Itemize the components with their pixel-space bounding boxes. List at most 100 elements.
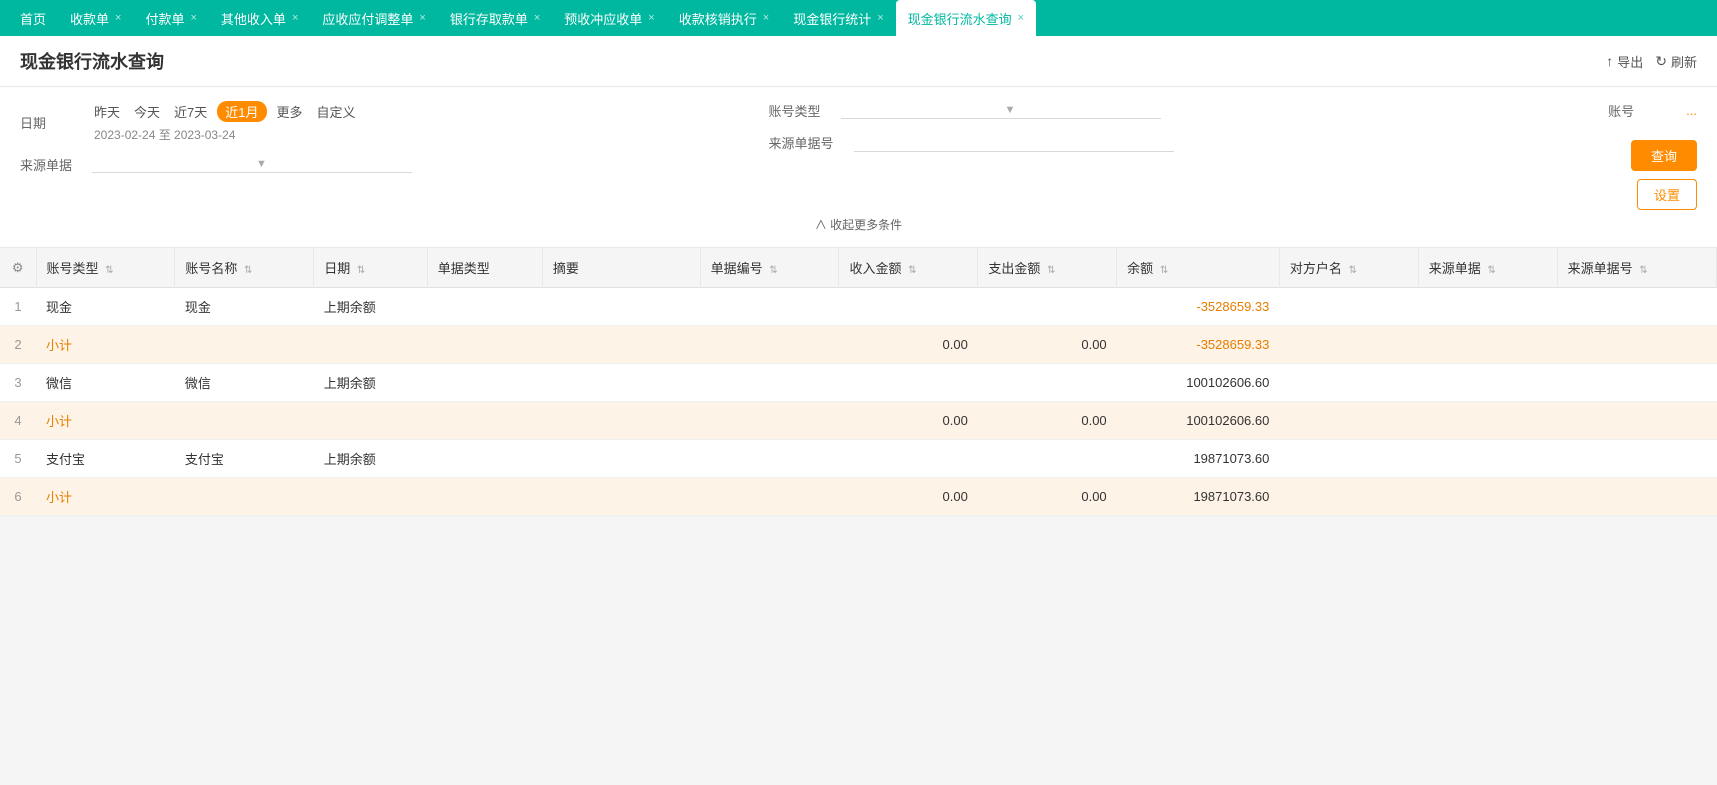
col-label-summary: 摘要 — [553, 261, 579, 276]
row-number: 1 — [0, 288, 36, 326]
nav-cash-bank-stat[interactable]: 现金银行统计 × — [781, 0, 895, 36]
cell-date — [314, 326, 428, 364]
cell-account-type: 微信 — [36, 364, 175, 402]
cell-summary — [542, 402, 700, 440]
col-label-account-name: 账号名称 — [185, 261, 237, 276]
close-icon[interactable]: × — [419, 12, 425, 24]
row-number: 5 — [0, 440, 36, 478]
table-row: 4 小计 0.00 0.00 100102606.60 — [0, 402, 1717, 440]
nav-home[interactable]: 首页 — [8, 0, 58, 36]
cell-balance: -3528659.33 — [1117, 288, 1280, 326]
close-icon[interactable]: × — [292, 12, 298, 24]
export-icon: ↑ — [1606, 53, 1613, 69]
cell-source-doc-no — [1557, 440, 1716, 478]
close-icon[interactable]: × — [534, 12, 540, 24]
cell-doc-no — [700, 478, 839, 516]
cell-date: 上期余额 — [314, 440, 428, 478]
nav-receipt[interactable]: 收款单 × — [58, 0, 133, 36]
sort-icon: ⇅ — [357, 265, 365, 276]
table-col-doc-type[interactable]: 单据类型 — [427, 248, 542, 288]
nav-payment[interactable]: 付款单 × — [133, 0, 208, 36]
close-icon[interactable]: × — [877, 12, 883, 24]
top-navigation: 首页 收款单 × 付款单 × 其他收入单 × 应收应付调整单 × 银行存取款单 … — [0, 0, 1717, 36]
export-button[interactable]: ↑ 导出 — [1606, 52, 1643, 71]
cell-balance: -3528659.33 — [1117, 326, 1280, 364]
cell-expense — [978, 288, 1117, 326]
date-custom[interactable]: 自定义 — [313, 101, 360, 122]
collapse-conditions-button[interactable]: ∧ 收起更多条件 — [20, 210, 1697, 233]
date-1month[interactable]: 近1月 — [217, 101, 266, 122]
date-more[interactable]: 更多 — [273, 101, 307, 122]
table-col-source-doc[interactable]: 来源单据 ⇅ — [1418, 248, 1557, 288]
sort-icon: ⇅ — [1047, 265, 1055, 276]
source-doc-select[interactable]: ▼ — [92, 156, 412, 173]
date-filter-row: 日期 昨天 今天 近7天 近1月 更多 自定义 2023-02-24 至 202… — [20, 101, 729, 143]
table-col-income[interactable]: 收入金额 ⇅ — [839, 248, 978, 288]
col-label-doc-no: 单据编号 — [711, 261, 763, 276]
cell-summary — [542, 440, 700, 478]
nav-cash-bank-flow[interactable]: 现金银行流水查询 × — [896, 0, 1036, 36]
col-label-source-doc: 来源单据 — [1429, 261, 1481, 276]
cell-doc-type — [427, 288, 542, 326]
cell-source-doc-no — [1557, 402, 1716, 440]
close-icon[interactable]: × — [1018, 12, 1024, 24]
table-col-source-doc-no[interactable]: 来源单据号 ⇅ — [1557, 248, 1716, 288]
page-header: 现金银行流水查询 ↑ 导出 ↻ 刷新 — [0, 36, 1717, 87]
date-7days[interactable]: 近7天 — [170, 101, 211, 122]
settings-icon[interactable]: ⚙ — [12, 260, 24, 275]
date-today[interactable]: 今天 — [130, 101, 164, 122]
table-row: 2 小计 0.00 0.00 -3528659.33 — [0, 326, 1717, 364]
close-icon[interactable]: × — [763, 12, 769, 24]
more-account-button[interactable]: ... — [1686, 103, 1697, 118]
cell-source-doc-no — [1557, 288, 1716, 326]
nav-advance[interactable]: 预收冲应收单 × — [552, 0, 666, 36]
cell-account-name: 支付宝 — [175, 440, 314, 478]
row-number: 4 — [0, 402, 36, 440]
cell-counterpart — [1279, 478, 1418, 516]
nav-adjustment[interactable]: 应收应付调整单 × — [310, 0, 437, 36]
table-col-summary[interactable]: 摘要 — [542, 248, 700, 288]
table-col-date[interactable]: 日期 ⇅ — [314, 248, 428, 288]
sort-icon: ⇅ — [908, 265, 916, 276]
query-button[interactable]: 查询 — [1631, 140, 1697, 171]
settings-button[interactable]: 设置 — [1637, 179, 1697, 210]
table-col-counterpart[interactable]: 对方户名 ⇅ — [1279, 248, 1418, 288]
cell-balance: 100102606.60 — [1117, 364, 1280, 402]
cell-doc-no — [700, 326, 839, 364]
col-label-expense: 支出金额 — [988, 261, 1040, 276]
sort-icon: ⇅ — [1487, 265, 1495, 276]
date-yesterday[interactable]: 昨天 — [90, 101, 124, 122]
table-col-account-name[interactable]: 账号名称 ⇅ — [175, 248, 314, 288]
chevron-up-icon: ∧ — [815, 218, 827, 232]
refresh-icon: ↻ — [1655, 53, 1667, 70]
cell-account-type: 小计 — [36, 402, 175, 440]
header-actions: ↑ 导出 ↻ 刷新 — [1606, 52, 1697, 71]
table-col-doc-no[interactable]: 单据编号 ⇅ — [700, 248, 839, 288]
close-icon[interactable]: × — [190, 12, 196, 24]
cell-balance: 19871073.60 — [1117, 478, 1280, 516]
nav-other-income[interactable]: 其他收入单 × — [209, 0, 310, 36]
nav-collection-exec[interactable]: 收款核销执行 × — [667, 0, 781, 36]
table-col-settings[interactable]: ⚙ — [0, 248, 36, 288]
table-col-account-type[interactable]: 账号类型 ⇅ — [36, 248, 175, 288]
cell-date: 上期余额 — [314, 364, 428, 402]
cell-account-name — [175, 402, 314, 440]
col-label-doc-type: 单据类型 — [438, 261, 490, 276]
refresh-button[interactable]: ↻ 刷新 — [1655, 52, 1697, 71]
cell-summary — [542, 478, 700, 516]
table-row: 1 现金 现金 上期余额 -3528659.33 — [0, 288, 1717, 326]
date-range-display: 2023-02-24 至 2023-03-24 — [94, 126, 360, 143]
cell-income — [839, 364, 978, 402]
account-type-select[interactable]: ▼ — [841, 102, 1161, 119]
table-col-balance[interactable]: 余额 ⇅ — [1117, 248, 1280, 288]
account-type-filter-row: 账号类型 ▼ — [769, 101, 1478, 120]
cell-date: 上期余额 — [314, 288, 428, 326]
nav-bank-deposit[interactable]: 银行存取款单 × — [438, 0, 552, 36]
close-icon[interactable]: × — [648, 12, 654, 24]
col-label-date: 日期 — [324, 261, 350, 276]
close-icon[interactable]: × — [115, 12, 121, 24]
cell-date — [314, 478, 428, 516]
source-doc-no-input[interactable] — [854, 132, 1174, 152]
cell-income — [839, 440, 978, 478]
table-col-expense[interactable]: 支出金额 ⇅ — [978, 248, 1117, 288]
